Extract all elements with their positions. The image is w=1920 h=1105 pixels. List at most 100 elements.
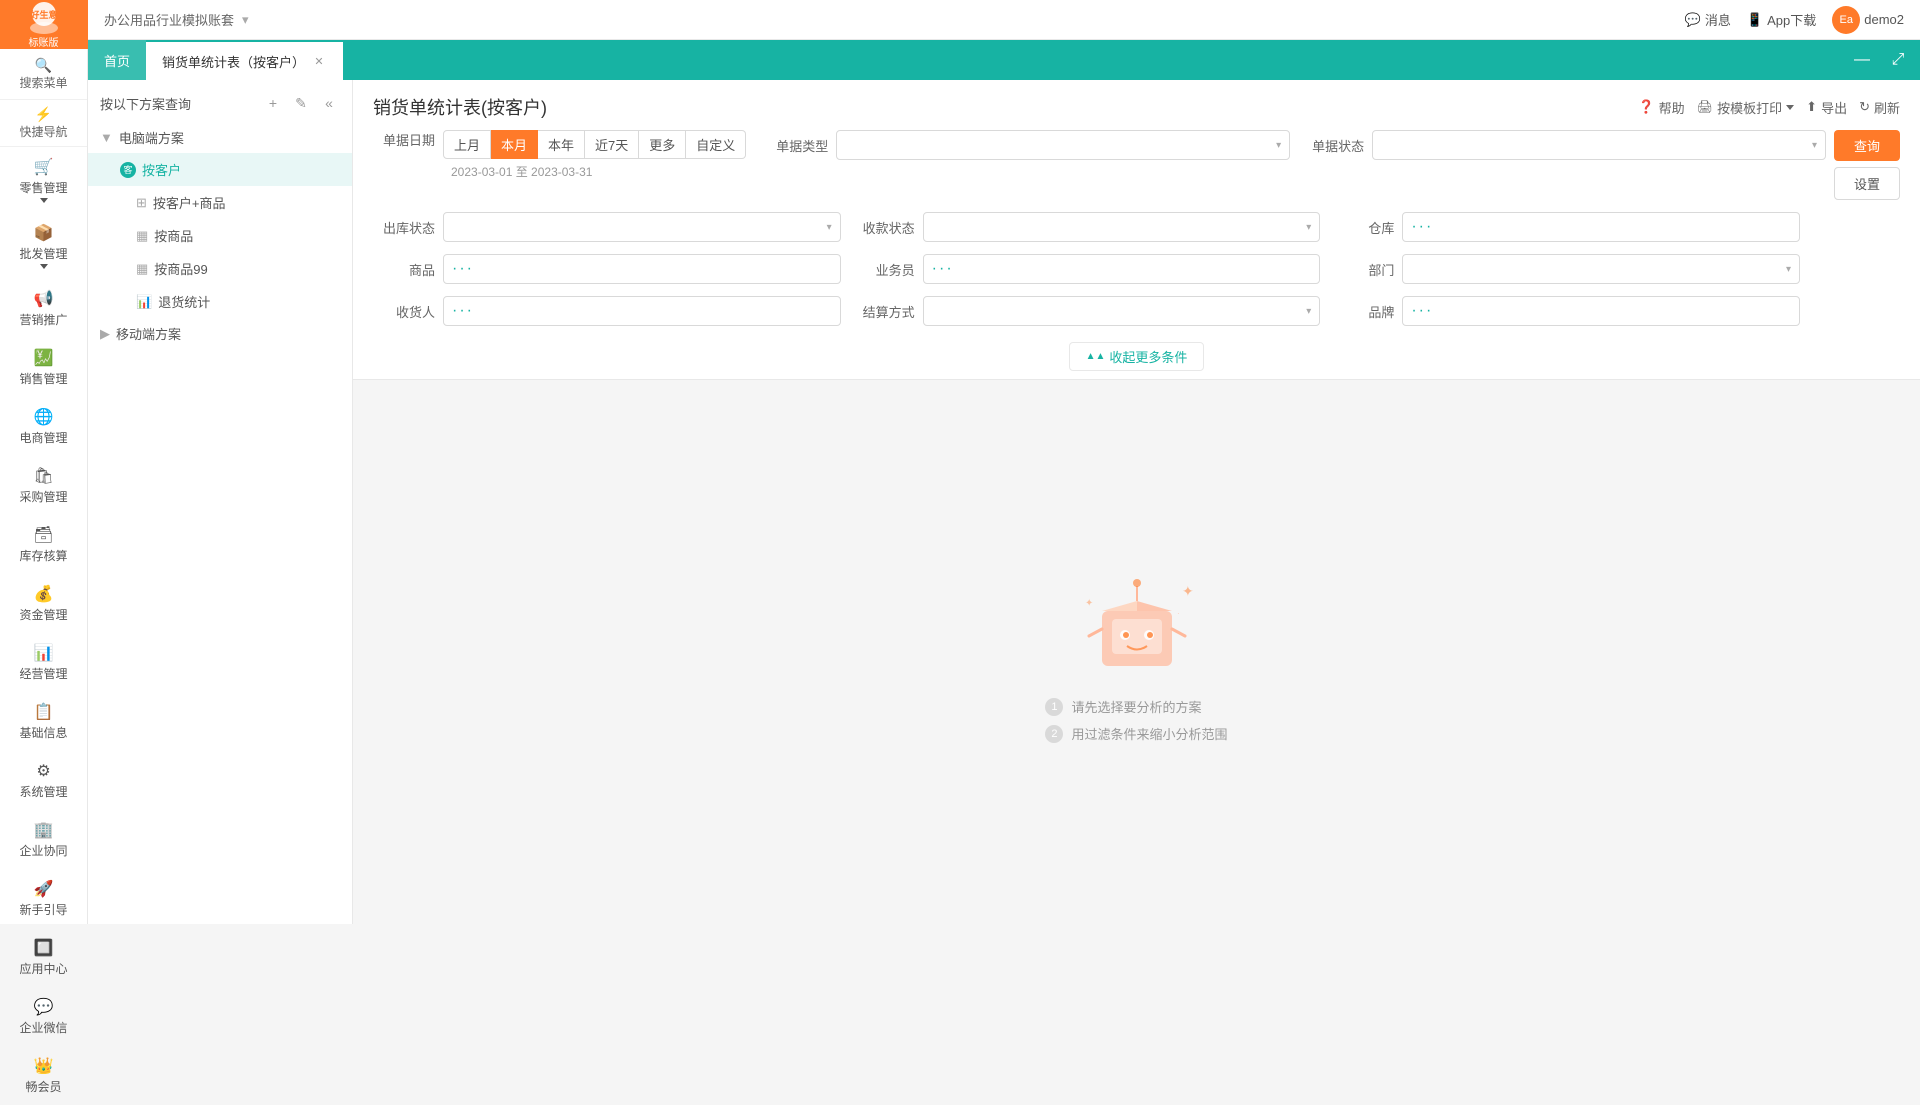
date-range: 2023-03-01 至 2023-03-31 xyxy=(451,163,746,180)
this-year-btn[interactable]: 本年 xyxy=(538,130,585,159)
doc-type-label: 单据类型 xyxy=(766,136,836,155)
mobile-scheme-group: ▶ 移动端方案 xyxy=(88,318,352,349)
more-btn[interactable]: 更多 xyxy=(639,130,686,159)
user-name: demo2 xyxy=(1864,12,1904,27)
by-customer-goods-label: 按客户+商品 xyxy=(153,193,226,212)
desktop-expand-icon: ▼ xyxy=(100,130,113,145)
sidebar-item-sales[interactable]: 💹 销售管理 xyxy=(0,338,87,397)
sidebar-search[interactable]: 🔍 搜索菜单 xyxy=(0,49,87,100)
collapse-panel-btn[interactable]: « xyxy=(318,92,340,114)
app-download-icon: 📱 xyxy=(1747,12,1763,28)
sales-report-tab-label: 销货单统计表（按客户） xyxy=(162,52,305,71)
mobile-scheme-header[interactable]: ▶ 移动端方案 xyxy=(88,318,352,349)
scheme-item-by-customer[interactable]: 客 按客户 xyxy=(88,153,352,186)
sidebar-item-ecommerce[interactable]: 🌐 电商管理 xyxy=(0,397,87,456)
tip-2-num: 2 xyxy=(1045,725,1063,743)
goods-filter: 商品 ··· xyxy=(373,254,841,284)
desktop-scheme-group: ▼ 电脑端方案 客 按客户 ⊞ 按客户+商品 ▦ 按商品 ▦ 按商品99 xyxy=(88,122,352,318)
receiver-label: 收货人 xyxy=(373,302,443,321)
scheme-item-by-customer-goods[interactable]: ⊞ 按客户+商品 xyxy=(88,186,352,219)
retail-icon: 🛒 xyxy=(34,157,54,177)
sidebar-item-basic[interactable]: 📋 基础信息 xyxy=(0,692,87,751)
header-right: 💬 消息 📱 App下载 Ea demo2 xyxy=(1685,6,1904,34)
sidebar-item-system[interactable]: ⚙ 系统管理 xyxy=(0,751,87,810)
receipt-status-input[interactable]: ▾ xyxy=(923,212,1321,242)
tab-sales-report[interactable]: 销货单统计表（按客户） ✕ xyxy=(146,40,343,80)
warehouse-dots: ··· xyxy=(1411,218,1433,236)
sidebar-item-apps[interactable]: 🔲 应用中心 xyxy=(0,928,87,987)
department-filter: 部门 ▾ xyxy=(1332,254,1800,284)
doc-status-input[interactable]: ▾ xyxy=(1372,130,1826,160)
collapse-btn[interactable]: ▲▲ 收起更多条件 xyxy=(1069,342,1205,371)
guide-icon: 🚀 xyxy=(34,879,54,899)
edit-scheme-btn[interactable]: ✎ xyxy=(290,92,312,114)
scheme-item-refund[interactable]: 📊 退货统计 xyxy=(88,285,352,318)
department-input[interactable]: ▾ xyxy=(1402,254,1800,284)
sidebar-item-wechat[interactable]: 💬 企业微信 xyxy=(0,987,87,1046)
left-panel-title: 按以下方案查询 xyxy=(100,94,191,113)
tab-maximize-btn[interactable]: ⤢ xyxy=(1884,46,1912,74)
goods-input[interactable]: ··· xyxy=(443,254,841,284)
tab-minimize-btn[interactable]: — xyxy=(1848,46,1876,74)
app-download-label: App下载 xyxy=(1767,10,1816,29)
home-tab-label: 首页 xyxy=(104,51,130,70)
print-dropdown-icon xyxy=(1786,105,1794,110)
message-btn[interactable]: 💬 消息 xyxy=(1685,10,1731,29)
salesperson-dots: ··· xyxy=(932,260,954,278)
warehouse-filter: 仓库 ··· xyxy=(1332,212,1800,242)
sidebar-item-guide[interactable]: 🚀 新手引导 xyxy=(0,869,87,928)
collapse-label: 收起更多条件 xyxy=(1109,347,1187,366)
apps-icon: 🔲 xyxy=(34,938,54,958)
warehouse-label: 仓库 xyxy=(1332,218,1402,237)
scheme-item-by-goods[interactable]: ▦ 按商品 xyxy=(88,219,352,252)
help-icon: ❓ xyxy=(1638,99,1654,115)
sidebar-item-finance[interactable]: 💰 资金管理 xyxy=(0,574,87,633)
export-btn[interactable]: ⬆ 导出 xyxy=(1806,98,1847,117)
desktop-scheme-header[interactable]: ▼ 电脑端方案 xyxy=(88,122,352,153)
warehouse-input[interactable]: ··· xyxy=(1402,212,1800,242)
enterprise-icon: 🏢 xyxy=(34,820,54,840)
receiver-dots: ··· xyxy=(452,302,474,320)
sidebar-quicknav[interactable]: ⚡ 快捷导航 xyxy=(0,100,87,147)
custom-btn[interactable]: 自定义 xyxy=(686,130,746,159)
out-status-filter: 出库状态 ▾ xyxy=(373,212,841,242)
logo-icon: 好生意 xyxy=(24,0,64,36)
template-print-btn[interactable]: 🖨 按模板打印 xyxy=(1697,98,1795,117)
system-icon: ⚙ xyxy=(36,761,50,781)
sidebar-item-operations[interactable]: 📊 经营管理 xyxy=(0,633,87,692)
receiver-input[interactable]: ··· xyxy=(443,296,841,326)
out-status-input[interactable]: ▾ xyxy=(443,212,841,242)
help-btn[interactable]: ❓ 帮助 xyxy=(1638,98,1684,117)
industry-dropdown[interactable]: ▾ xyxy=(242,12,249,28)
brand-filter: 品牌 ··· xyxy=(1332,296,1800,326)
tab-close-btn[interactable]: ✕ xyxy=(311,53,327,69)
query-btn[interactable]: 查询 xyxy=(1834,130,1900,161)
marketing-icon: 📢 xyxy=(34,289,54,309)
empty-state: ✦ ✦ · 1 请先选择要分析的方案 2 用过滤条件来缩小分析范围 xyxy=(353,380,1920,924)
scheme-item-by-goods-99[interactable]: ▦ 按商品99 xyxy=(88,252,352,285)
page-header: 销货单统计表(按客户) ❓ 帮助 🖨 按模板打印 ⬆ xyxy=(353,80,1920,380)
sidebar-item-member[interactable]: 👑 畅会员 xyxy=(0,1046,87,1105)
tab-home[interactable]: 首页 xyxy=(88,40,146,80)
refresh-btn[interactable]: ↻ 刷新 xyxy=(1859,98,1900,117)
tab-bar: 首页 销货单统计表（按客户） ✕ — ⤢ xyxy=(88,40,1920,80)
last-7-btn[interactable]: 近7天 xyxy=(585,130,639,159)
this-month-btn[interactable]: 本月 xyxy=(491,130,538,159)
app-download-btn[interactable]: 📱 App下载 xyxy=(1747,10,1816,29)
sidebar-item-enterprise[interactable]: 🏢 企业协同 xyxy=(0,810,87,869)
sidebar-item-marketing[interactable]: 📢 营销推广 xyxy=(0,279,87,338)
sidebar-item-purchase[interactable]: 🛍 采购管理 xyxy=(0,456,87,515)
settlement-input[interactable]: ▾ xyxy=(923,296,1321,326)
brand-input[interactable]: ··· xyxy=(1402,296,1800,326)
doc-type-input[interactable]: ▾ xyxy=(836,130,1290,160)
by-customer-icon: 客 xyxy=(120,162,136,178)
settings-btn[interactable]: 设置 xyxy=(1834,167,1900,200)
user-profile[interactable]: Ea demo2 xyxy=(1832,6,1904,34)
last-month-btn[interactable]: 上月 xyxy=(443,130,491,159)
salesperson-input[interactable]: ··· xyxy=(923,254,1321,284)
sidebar-item-wholesale[interactable]: 📦 批发管理 xyxy=(0,213,87,279)
sidebar-item-inventory[interactable]: 🗃 库存核算 xyxy=(0,515,87,574)
sidebar-item-retail[interactable]: 🛒 零售管理 xyxy=(0,147,87,213)
add-scheme-btn[interactable]: + xyxy=(262,92,284,114)
finance-icon: 💰 xyxy=(34,584,54,604)
